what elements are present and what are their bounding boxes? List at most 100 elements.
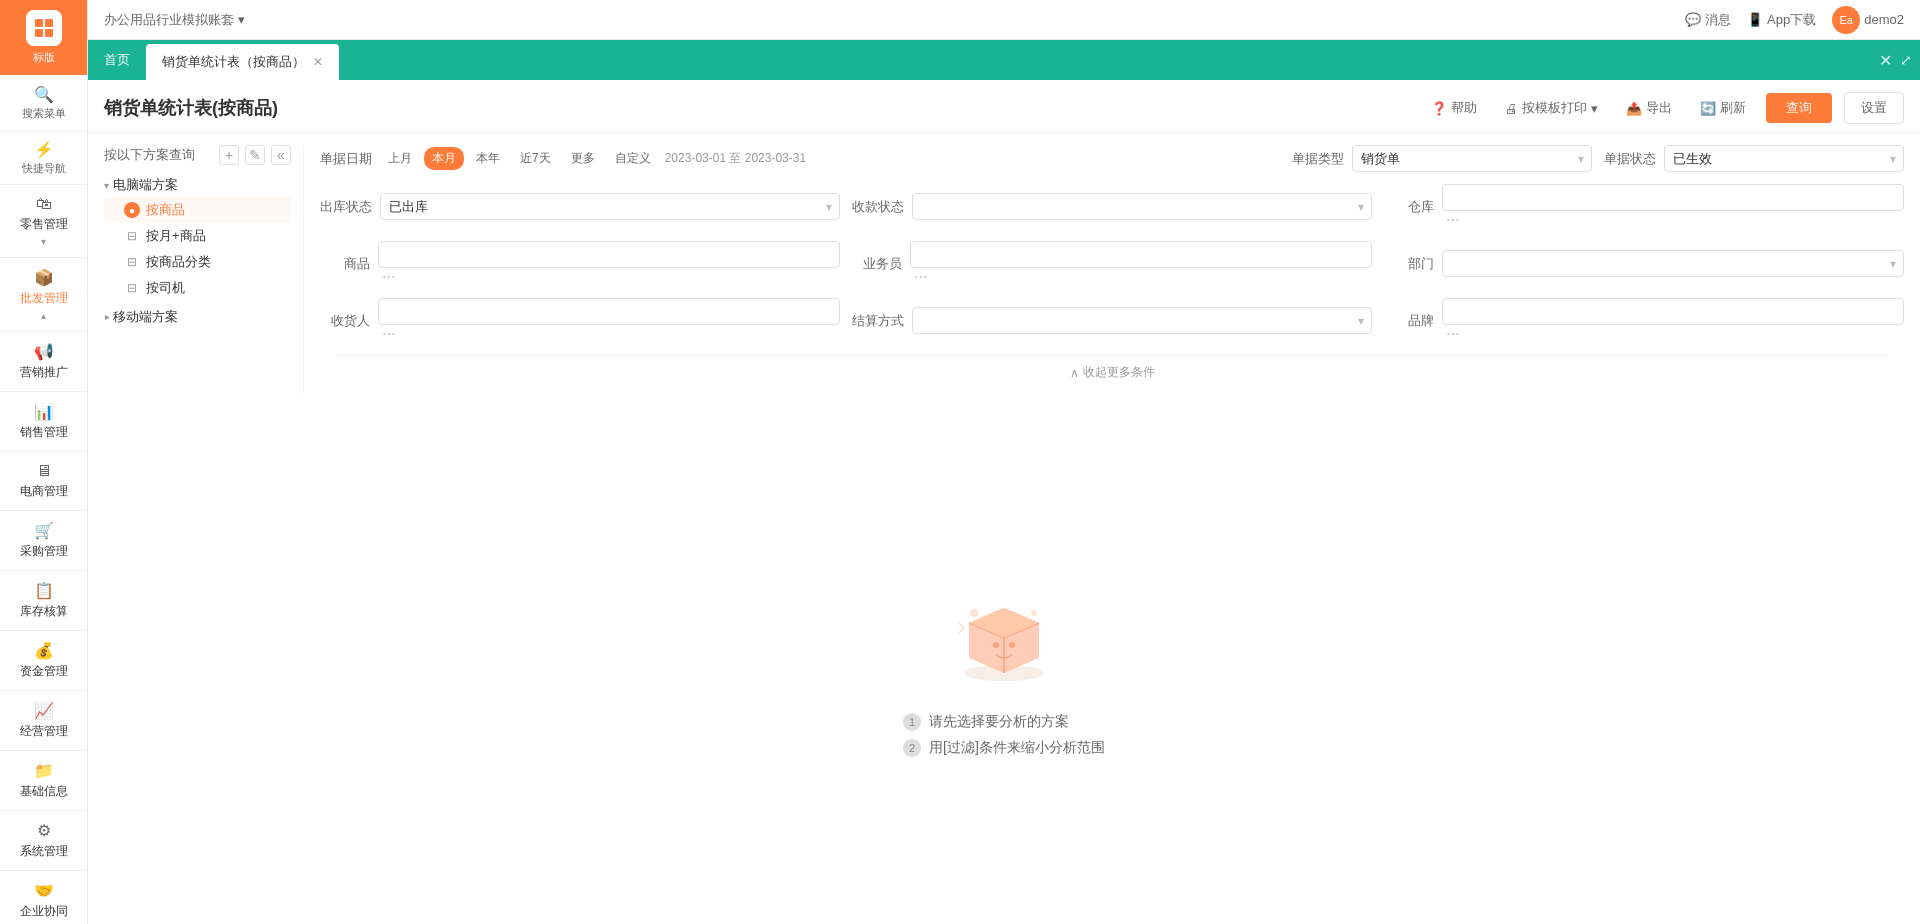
- date-tab-more[interactable]: 更多: [563, 147, 603, 170]
- filter-bill-status-input[interactable]: [1664, 145, 1904, 172]
- filter-salesman-wrap: ···: [910, 241, 1372, 286]
- filter-brand-input[interactable]: [1442, 298, 1904, 325]
- app-logo: 标版: [0, 0, 88, 75]
- sidebar-item-ecommerce[interactable]: 🖥 电商管理: [0, 452, 87, 511]
- filter-warehouse-input[interactable]: [380, 193, 840, 220]
- tab-close-window-icon[interactable]: ✕: [1879, 51, 1892, 70]
- filter-salesman-dots-icon[interactable]: ···: [910, 268, 931, 285]
- scheme-edit-icon[interactable]: ✎: [245, 145, 265, 165]
- filter-bill-type-wrap: ▾: [1352, 145, 1592, 172]
- query-button[interactable]: 查询: [1766, 93, 1832, 123]
- filter-salesman-input[interactable]: [910, 241, 1372, 268]
- filter-item-date: 单据日期 上月 本月 本年 近7天 更多 自定义 20: [320, 147, 1280, 170]
- app-download-action[interactable]: 📱 App下载: [1747, 11, 1816, 29]
- filter-item-dept: 部门 ▾: [1384, 250, 1904, 277]
- scheme-item-by-month-product-label: 按月+商品: [146, 227, 206, 245]
- filter-storage-input[interactable]: [1442, 184, 1904, 211]
- sidebar-item-marketing[interactable]: 📢 营销推广: [0, 332, 87, 392]
- sidebar-item-inventory[interactable]: 📋 库存核算: [0, 571, 87, 631]
- workspace-selector[interactable]: 办公用品行业模拟账套 ▾: [104, 11, 245, 29]
- scheme-tree: ▾ 电脑端方案 ● 按商品 ⊟ 按月+商品: [104, 173, 291, 329]
- scheme-item-by-product-label: 按商品: [146, 201, 185, 219]
- collapse-button[interactable]: ∧ 收起更多条件: [1058, 360, 1167, 385]
- filter-payment-input[interactable]: [912, 193, 1372, 220]
- scheme-collapse-icon[interactable]: «: [271, 145, 291, 165]
- user-avatar-text: Ea: [1840, 14, 1853, 26]
- message-action[interactable]: 💬 消息: [1685, 11, 1731, 29]
- sidebar-item-basic-info[interactable]: 📁 基础信息: [0, 751, 87, 811]
- filter-dept-input[interactable]: [1442, 250, 1904, 277]
- filter-bill-type-input[interactable]: [1352, 145, 1592, 172]
- chevron-down-icon: ▾: [104, 180, 109, 191]
- date-tab-current-year[interactable]: 本年: [468, 147, 508, 170]
- filter-storage-dots-icon[interactable]: ···: [1442, 211, 1463, 228]
- page-header-actions: ❓ 帮助 🖨 按模板打印 ▾ 📤 导出 🔄 刷新: [1423, 92, 1904, 124]
- sidebar-item-sales[interactable]: 📊 销售管理: [0, 392, 87, 452]
- print-button[interactable]: 🖨 按模板打印 ▾: [1497, 95, 1606, 121]
- scheme-active-dot: ●: [124, 202, 140, 218]
- tip-text-1: 请先选择要分析的方案: [929, 713, 1069, 731]
- scheme-item-by-cashier[interactable]: ⊟ 按司机: [104, 275, 291, 301]
- sidebar-item-finance[interactable]: 💰 资金管理: [0, 631, 87, 691]
- scheme-item-by-product-cat-label: 按商品分类: [146, 253, 211, 271]
- scheme-item-by-product-cat[interactable]: ⊟ 按商品分类: [104, 249, 291, 275]
- sidebar-item-quick-nav[interactable]: ⚡ 快捷导航: [0, 132, 87, 185]
- scheme-panel-title: 按以下方案查询: [104, 146, 195, 164]
- filter-storage-wrap: ···: [1442, 184, 1904, 229]
- filter-recipient-input[interactable]: [378, 298, 840, 325]
- date-tab-last-month[interactable]: 上月: [380, 147, 420, 170]
- sidebar-item-ecommerce-label: 电商管理: [20, 483, 68, 500]
- filter-label-storage: 仓库: [1384, 198, 1434, 216]
- content-area: 销货单统计表(按商品) ❓ 帮助 🖨 按模板打印 ▾ 📤 导出: [88, 80, 1920, 924]
- scheme-item-by-product[interactable]: ● 按商品: [104, 197, 291, 223]
- settings-button[interactable]: 设置: [1844, 92, 1904, 124]
- scheme-item-by-month-product[interactable]: ⊟ 按月+商品: [104, 223, 291, 249]
- finance-icon: 💰: [34, 641, 54, 660]
- filter-label-bill-status: 单据状态: [1604, 150, 1656, 168]
- filter-product-input[interactable]: [378, 241, 840, 268]
- help-button[interactable]: ❓ 帮助: [1423, 95, 1485, 121]
- scheme-panel: 按以下方案查询 + ✎ « ▾ 电脑端方案: [104, 145, 304, 393]
- tab-close-icon[interactable]: ✕: [313, 55, 323, 69]
- filter-panel: 单据日期 上月 本月 本年 近7天 更多 自定义 20: [304, 145, 1904, 393]
- tab-expand-icon[interactable]: ⤢: [1900, 52, 1912, 68]
- tip-num-1: 1: [903, 713, 921, 731]
- workspace-dropdown-arrow: ▾: [238, 12, 245, 27]
- refresh-button[interactable]: 🔄 刷新: [1692, 95, 1754, 121]
- tab-home[interactable]: 首页: [88, 40, 146, 80]
- date-tab-custom[interactable]: 自定义: [607, 147, 659, 170]
- scheme-group-mobile-header[interactable]: ▾ 移动端方案: [104, 305, 291, 329]
- scheme-group-mobile-label: 移动端方案: [113, 308, 178, 326]
- sidebar-item-inventory-label: 库存核算: [20, 603, 68, 620]
- sidebar-item-search[interactable]: 🔍 搜索菜单: [0, 75, 87, 132]
- filter-brand-dots-icon[interactable]: ···: [1442, 325, 1463, 342]
- app-download-icon: 📱: [1747, 12, 1763, 27]
- filter-area: 按以下方案查询 + ✎ « ▾ 电脑端方案: [88, 133, 1920, 405]
- filter-product-dots-icon[interactable]: ···: [378, 268, 399, 285]
- sidebar-item-enterprise[interactable]: 🤝 企业协同: [0, 871, 87, 924]
- sidebar-item-wholesale[interactable]: 📦 批发管理 ▴: [0, 258, 87, 332]
- sidebar-item-system[interactable]: ⚙ 系统管理: [0, 811, 87, 871]
- svg-rect-0: [35, 19, 43, 27]
- scheme-item-by-cashier-label: 按司机: [146, 279, 185, 297]
- scheme-group-desktop-label: 电脑端方案: [113, 176, 178, 194]
- filter-settlement-input[interactable]: [912, 307, 1372, 334]
- sidebar-item-retail[interactable]: 🛍 零售管理 ▾: [0, 185, 87, 258]
- empty-tip-1: 1 请先选择要分析的方案: [903, 713, 1105, 731]
- scheme-group-desktop-header[interactable]: ▾ 电脑端方案: [104, 173, 291, 197]
- date-tab-7days[interactable]: 近7天: [512, 147, 559, 170]
- filter-recipient-dots-icon[interactable]: ···: [378, 325, 399, 342]
- scheme-item-icon-3: ⊟: [124, 280, 140, 296]
- retail-icon: 🛍: [36, 195, 52, 213]
- sidebar-item-purchase[interactable]: 🛒 采购管理: [0, 511, 87, 571]
- user-profile[interactable]: Ea demo2: [1832, 6, 1904, 34]
- sidebar-item-operations[interactable]: 📈 经营管理: [0, 691, 87, 751]
- filter-item-warehouse: 出库状态 ▾: [320, 193, 840, 220]
- help-icon: ❓: [1431, 101, 1447, 116]
- page-title: 销货单统计表(按商品): [104, 96, 278, 120]
- export-button[interactable]: 📤 导出: [1618, 95, 1680, 121]
- purchase-icon: 🛒: [34, 521, 54, 540]
- tab-sales-stat[interactable]: 销货单统计表（按商品） ✕: [146, 44, 339, 80]
- date-tab-current-month[interactable]: 本月: [424, 147, 464, 170]
- scheme-add-icon[interactable]: +: [219, 145, 239, 165]
